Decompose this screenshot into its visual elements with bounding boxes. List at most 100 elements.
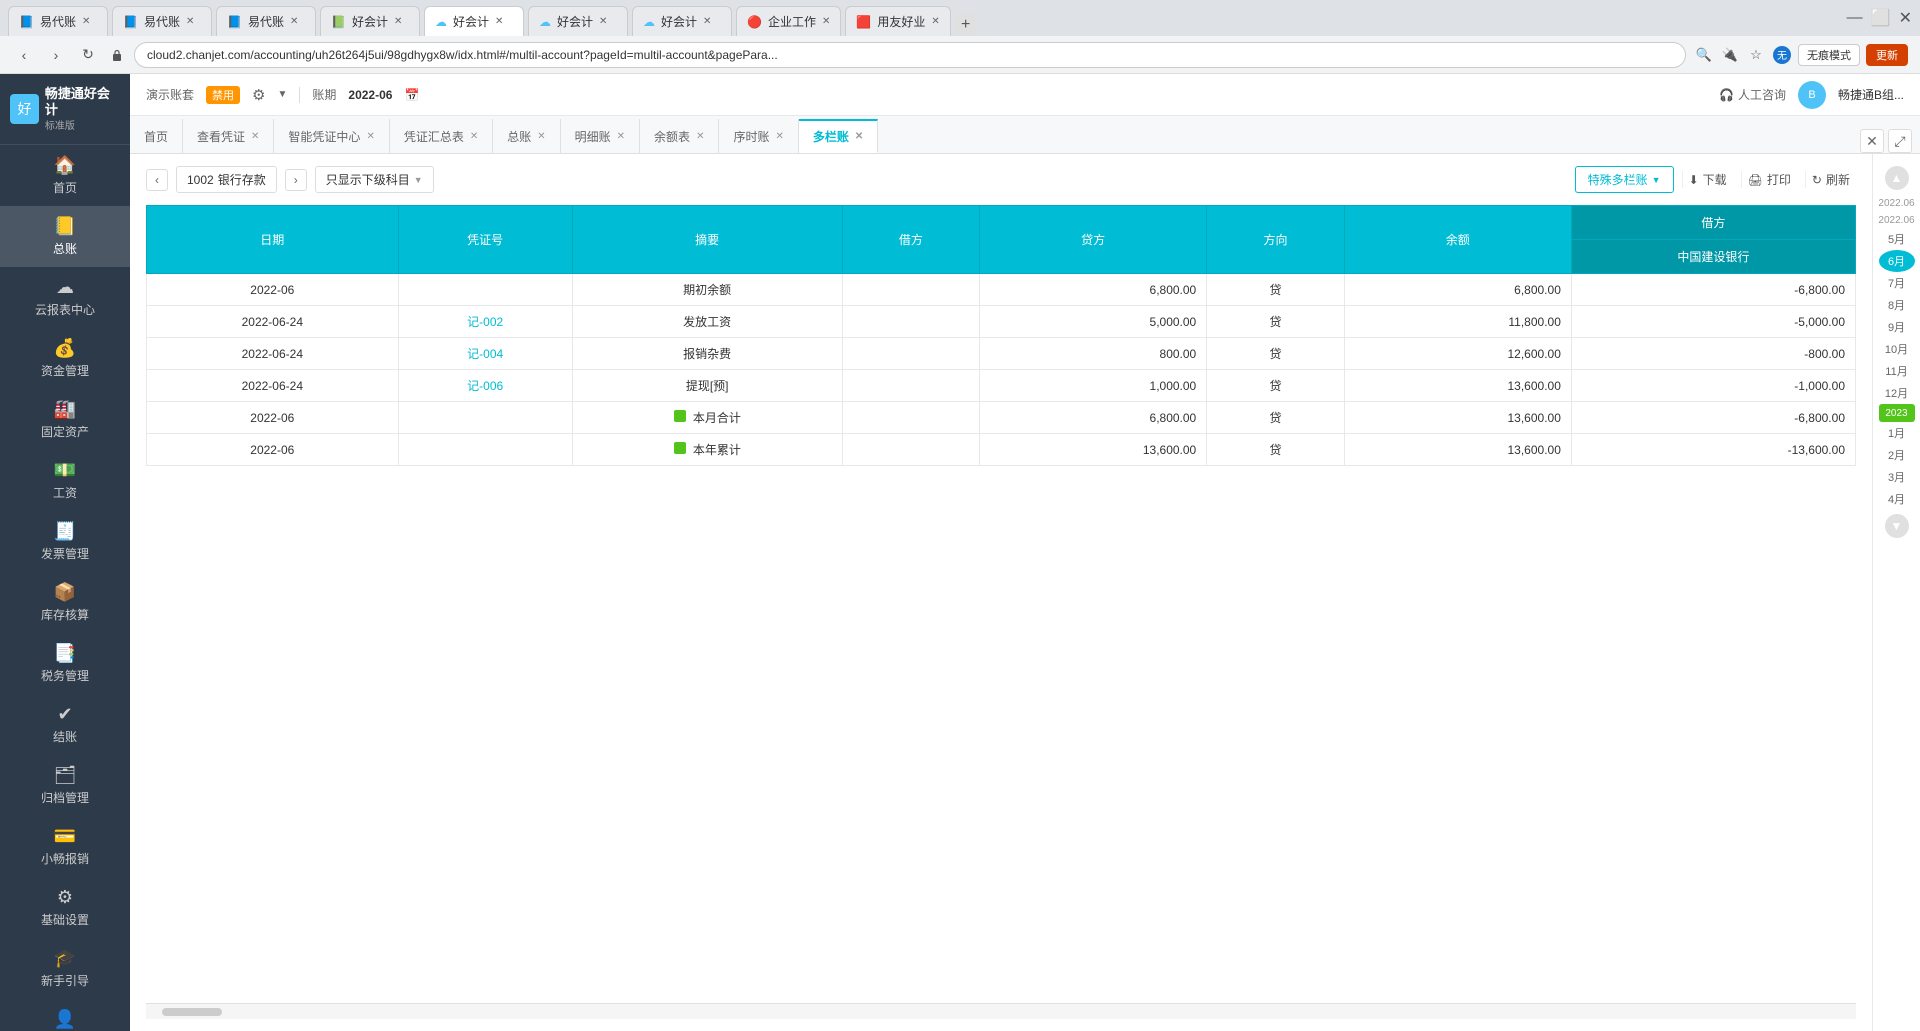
consult-button[interactable]: 🎧 人工咨询 bbox=[1719, 86, 1786, 103]
tab-smart-voucher[interactable]: 智能凭证中心 ✕ bbox=[274, 119, 389, 153]
special-multi-button[interactable]: 特殊多栏账 ▼ bbox=[1575, 166, 1674, 193]
print-action[interactable]: 🖨 打印 bbox=[1741, 171, 1797, 188]
month-4-2023[interactable]: 4月 bbox=[1879, 488, 1915, 510]
tab-close-detail-ledger[interactable]: ✕ bbox=[617, 131, 625, 142]
sidebar-item-guide[interactable]: 🎓 新手引导 bbox=[0, 938, 130, 999]
wuhen-button[interactable]: 无痕模式 bbox=[1798, 44, 1860, 66]
download-action[interactable]: ⬇ 下载 bbox=[1682, 171, 1733, 188]
month-3-2023[interactable]: 3月 bbox=[1879, 466, 1915, 488]
next-account-button[interactable]: › bbox=[285, 169, 307, 191]
calendar-icon[interactable]: 📅 bbox=[404, 88, 419, 102]
tab-close-6[interactable]: ✕ bbox=[599, 16, 607, 27]
sidebar-item-assets[interactable]: 🏭 固定资产 bbox=[0, 389, 130, 450]
tab-voucher-summary[interactable]: 凭证汇总表 ✕ bbox=[390, 119, 493, 153]
month-2-2023[interactable]: 2月 bbox=[1879, 444, 1915, 466]
month-1-2023[interactable]: 1月 bbox=[1879, 422, 1915, 444]
sidebar-item-expense[interactable]: 💳 小畅报销 bbox=[0, 816, 130, 877]
tab-close-general-ledger[interactable]: ✕ bbox=[537, 131, 545, 142]
bookmark-icon[interactable]: ☆ bbox=[1746, 45, 1766, 65]
maximize-button[interactable]: ⬜ bbox=[1871, 8, 1891, 28]
sidebar-item-ledger[interactable]: 📒 总账 bbox=[0, 206, 130, 267]
sidebar-item-close[interactable]: ✔ 结账 bbox=[0, 694, 130, 755]
sidebar-item-funds[interactable]: 💰 资金管理 bbox=[0, 328, 130, 389]
calendar-scroll-up[interactable]: ▲ bbox=[1885, 166, 1909, 190]
reload-button[interactable]: ↻ bbox=[76, 43, 100, 67]
demo-badge[interactable]: 禁用 bbox=[206, 86, 240, 104]
profile-icon[interactable]: 无 bbox=[1772, 45, 1792, 65]
month-10[interactable]: 10月 bbox=[1879, 338, 1915, 360]
calendar-scroll-down[interactable]: ▼ bbox=[1885, 514, 1909, 538]
month-8[interactable]: 8月 bbox=[1879, 294, 1915, 316]
prev-account-button[interactable]: ‹ bbox=[146, 169, 168, 191]
bottom-scrollbar[interactable] bbox=[146, 1003, 1856, 1019]
sidebar-item-tax[interactable]: 📑 税务管理 bbox=[0, 633, 130, 694]
tab-balance[interactable]: 余额表 ✕ bbox=[640, 119, 719, 153]
sidebar-item-member[interactable]: 👤 畅会员 bbox=[0, 999, 130, 1031]
tab-general-ledger[interactable]: 总账 ✕ bbox=[493, 119, 560, 153]
user-name[interactable]: 畅捷通B组... bbox=[1838, 86, 1904, 103]
new-tab-button[interactable]: + bbox=[955, 14, 977, 36]
forward-button[interactable]: › bbox=[44, 43, 68, 67]
month-7[interactable]: 7月 bbox=[1879, 272, 1915, 294]
close-tab-icon[interactable]: ✕ bbox=[1860, 129, 1884, 153]
update-button[interactable]: 更新 bbox=[1866, 44, 1908, 66]
back-button[interactable]: ‹ bbox=[12, 43, 36, 67]
browser-tab-enterprise[interactable]: 🔴 企业工作 ✕ bbox=[736, 6, 841, 36]
tab-close-smart-voucher[interactable]: ✕ bbox=[366, 131, 374, 142]
browser-tab-yidaizhang2[interactable]: 📘 易代账 ✕ bbox=[112, 6, 212, 36]
tab-close-view-voucher[interactable]: ✕ bbox=[251, 131, 259, 142]
sidebar-item-invoice[interactable]: 🧾 发票管理 bbox=[0, 511, 130, 572]
month-11[interactable]: 11月 bbox=[1879, 360, 1915, 382]
month-6[interactable]: 6月 bbox=[1879, 250, 1915, 272]
cell-voucher-3[interactable]: 记-006 bbox=[398, 370, 572, 402]
tab-close-3[interactable]: ✕ bbox=[290, 16, 298, 27]
level-filter[interactable]: 只显示下级科目 ▼ bbox=[315, 166, 434, 193]
tab-close-multi-column[interactable]: ✕ bbox=[855, 131, 863, 142]
account-selector[interactable]: 1002 银行存款 bbox=[176, 166, 277, 193]
sidebar-item-inventory[interactable]: 📦 库存核算 bbox=[0, 572, 130, 633]
user-avatar[interactable]: B bbox=[1798, 81, 1826, 109]
refresh-action[interactable]: ↻ 刷新 bbox=[1805, 171, 1856, 188]
browser-tab-haokuaiji4[interactable]: ☁ 好会计 ✕ bbox=[632, 6, 732, 36]
sidebar-item-archive[interactable]: 🗂 归档管理 bbox=[0, 755, 130, 816]
extensions-icon[interactable]: 🔌 bbox=[1720, 45, 1740, 65]
tab-close-4[interactable]: ✕ bbox=[394, 16, 402, 27]
tab-close-2[interactable]: ✕ bbox=[186, 16, 194, 27]
close-button[interactable]: ✕ bbox=[1899, 8, 1912, 28]
scroll-thumb[interactable] bbox=[162, 1008, 222, 1016]
browser-tab-yidaizhang1[interactable]: 📘 易代账 ✕ bbox=[8, 6, 108, 36]
tab-sequence[interactable]: 序时账 ✕ bbox=[719, 119, 798, 153]
expand-tab-icon[interactable]: ⤢ bbox=[1888, 129, 1912, 153]
tab-home[interactable]: 首页 bbox=[130, 119, 183, 153]
minimize-button[interactable]: — bbox=[1847, 9, 1863, 27]
tab-multi-column[interactable]: 多栏账 ✕ bbox=[799, 119, 878, 153]
tab-close-8[interactable]: ✕ bbox=[822, 16, 830, 27]
address-input[interactable] bbox=[134, 42, 1686, 68]
settings-icon[interactable]: ⚙ bbox=[252, 86, 265, 104]
tab-close-balance[interactable]: ✕ bbox=[696, 131, 704, 142]
browser-tab-yidaizhang3[interactable]: 📘 易代账 ✕ bbox=[216, 6, 316, 36]
sidebar-item-report[interactable]: ☁ 云报表中心 bbox=[0, 267, 130, 328]
search-icon[interactable]: 🔍 bbox=[1694, 45, 1714, 65]
cell-voucher-2[interactable]: 记-004 bbox=[398, 338, 572, 370]
cell-voucher-1[interactable]: 记-002 bbox=[398, 306, 572, 338]
browser-tab-haokuaiji1[interactable]: 📗 好会计 ✕ bbox=[320, 6, 420, 36]
dropdown-arrow-icon[interactable]: ▼ bbox=[277, 89, 287, 100]
tab-close-5[interactable]: ✕ bbox=[495, 16, 503, 27]
tab-close-sequence[interactable]: ✕ bbox=[775, 131, 783, 142]
browser-tab-yoyo[interactable]: 🟥 用友好业 ✕ bbox=[845, 6, 950, 36]
tab-view-voucher[interactable]: 查看凭证 ✕ bbox=[183, 119, 274, 153]
month-12[interactable]: 12月 bbox=[1879, 382, 1915, 404]
sidebar-item-settings[interactable]: ⚙ 基础设置 bbox=[0, 877, 130, 938]
browser-tab-haokuaiji2[interactable]: ☁ 好会计 ✕ bbox=[424, 6, 524, 36]
tab-close-7[interactable]: ✕ bbox=[703, 16, 711, 27]
month-5[interactable]: 5月 bbox=[1879, 228, 1915, 250]
tab-detail-ledger[interactable]: 明细账 ✕ bbox=[561, 119, 640, 153]
month-9[interactable]: 9月 bbox=[1879, 316, 1915, 338]
sidebar-item-salary[interactable]: 💵 工资 bbox=[0, 450, 130, 511]
browser-tab-haokuaiji3[interactable]: ☁ 好会计 ✕ bbox=[528, 6, 628, 36]
tab-close-voucher-summary[interactable]: ✕ bbox=[470, 131, 478, 142]
sidebar-item-home[interactable]: 🏠 首页 bbox=[0, 145, 130, 206]
tab-close-1[interactable]: ✕ bbox=[82, 16, 90, 27]
tab-close-9[interactable]: ✕ bbox=[931, 16, 939, 27]
